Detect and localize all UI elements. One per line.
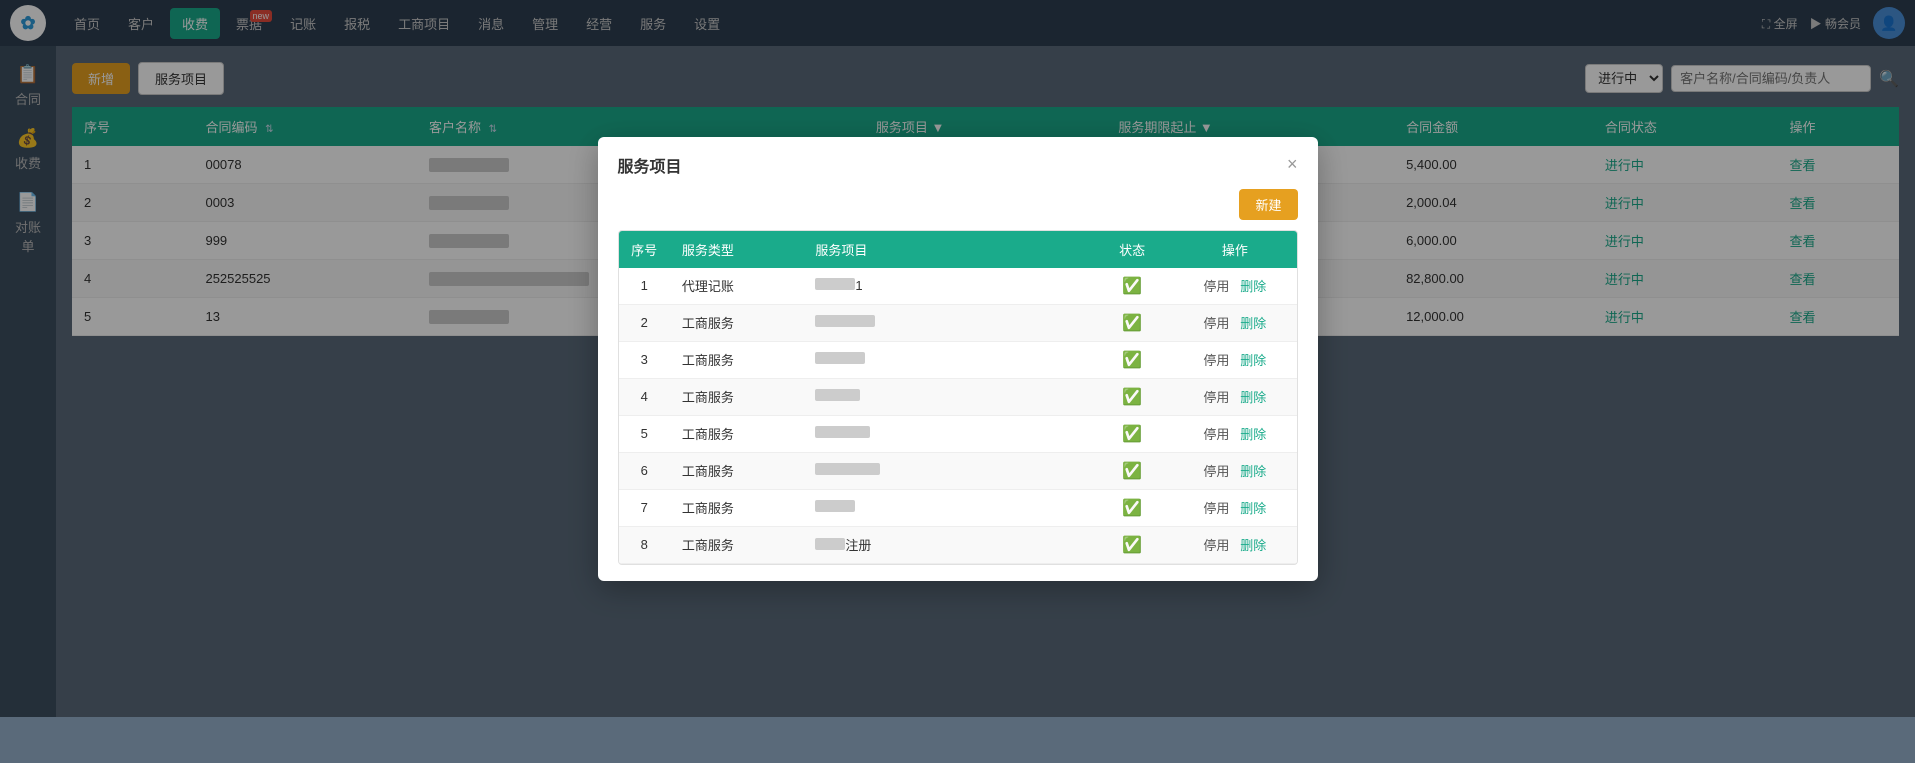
modal-close-button[interactable]: × <box>1287 154 1298 175</box>
modal-header: 服务项目 × <box>598 137 1318 177</box>
modal-row-actions: 停用 删除 <box>1173 304 1296 341</box>
modal-row-status: ✅ <box>1091 341 1173 378</box>
stop-button[interactable]: 停用 <box>1203 538 1229 553</box>
modal-row-type: 工商服务 <box>670 378 804 415</box>
service-modal: 服务项目 × 新建 序号 服务类型 服务项目 状态 操作 <box>598 137 1318 581</box>
modal-row-actions: 停用 删除 <box>1173 268 1296 305</box>
modal-col-status: 状态 <box>1091 231 1173 268</box>
modal-row-type: 代理记账 <box>670 268 804 305</box>
modal-row-actions: 停用 删除 <box>1173 341 1296 378</box>
modal-row-actions: 停用 删除 <box>1173 526 1296 563</box>
delete-button[interactable]: 删除 <box>1240 427 1266 442</box>
stop-button[interactable]: 停用 <box>1203 464 1229 479</box>
stop-button[interactable]: 停用 <box>1203 427 1229 442</box>
modal-row-item <box>803 378 1091 415</box>
modal-row-status: ✅ <box>1091 415 1173 452</box>
modal-row-item: 1 <box>803 268 1091 305</box>
modal-table-row: 7 工商服务 ✅ 停用 删除 <box>619 489 1297 526</box>
modal-row-no: 8 <box>619 526 670 563</box>
delete-button[interactable]: 删除 <box>1240 390 1266 405</box>
modal-row-no: 6 <box>619 452 670 489</box>
stop-button[interactable]: 停用 <box>1203 316 1229 331</box>
modal-title: 服务项目 <box>618 153 682 177</box>
modal-row-type: 工商服务 <box>670 415 804 452</box>
modal-row-item <box>803 452 1091 489</box>
modal-row-no: 3 <box>619 341 670 378</box>
modal-row-actions: 停用 删除 <box>1173 378 1296 415</box>
modal-overlay: 服务项目 × 新建 序号 服务类型 服务项目 状态 操作 <box>0 0 1915 717</box>
modal-row-type: 工商服务 <box>670 452 804 489</box>
modal-scroll-area[interactable]: 序号 服务类型 服务项目 状态 操作 1 代理记账 1 ✅ <box>618 230 1298 565</box>
modal-row-status: ✅ <box>1091 452 1173 489</box>
modal-row-item <box>803 304 1091 341</box>
modal-row-actions: 停用 删除 <box>1173 415 1296 452</box>
delete-button[interactable]: 删除 <box>1240 353 1266 368</box>
modal-row-type: 工商服务 <box>670 489 804 526</box>
modal-col-type: 服务类型 <box>670 231 804 268</box>
modal-row-item <box>803 341 1091 378</box>
modal-table-row: 3 工商服务 ✅ 停用 删除 <box>619 341 1297 378</box>
modal-table-row: 8 工商服务 注册 ✅ 停用 删除 <box>619 526 1297 563</box>
modal-table-row: 2 工商服务 ✅ 停用 删除 <box>619 304 1297 341</box>
delete-button[interactable]: 删除 <box>1240 316 1266 331</box>
modal-row-item <box>803 415 1091 452</box>
modal-row-status: ✅ <box>1091 378 1173 415</box>
modal-row-status: ✅ <box>1091 526 1173 563</box>
stop-button[interactable]: 停用 <box>1203 279 1229 294</box>
modal-row-no: 1 <box>619 268 670 305</box>
modal-row-actions: 停用 删除 <box>1173 452 1296 489</box>
modal-table-row: 5 工商服务 ✅ 停用 删除 <box>619 415 1297 452</box>
service-table: 序号 服务类型 服务项目 状态 操作 1 代理记账 1 ✅ <box>619 231 1297 564</box>
modal-row-status: ✅ <box>1091 489 1173 526</box>
modal-new-button[interactable]: 新建 <box>1239 189 1297 220</box>
modal-row-actions: 停用 删除 <box>1173 489 1296 526</box>
modal-row-type: 工商服务 <box>670 304 804 341</box>
modal-col-no: 序号 <box>619 231 670 268</box>
modal-col-action: 操作 <box>1173 231 1296 268</box>
modal-row-type: 工商服务 <box>670 341 804 378</box>
modal-row-no: 5 <box>619 415 670 452</box>
modal-row-status: ✅ <box>1091 304 1173 341</box>
modal-row-no: 2 <box>619 304 670 341</box>
modal-row-item <box>803 489 1091 526</box>
modal-table-row: 4 工商服务 ✅ 停用 删除 <box>619 378 1297 415</box>
stop-button[interactable]: 停用 <box>1203 390 1229 405</box>
stop-button[interactable]: 停用 <box>1203 501 1229 516</box>
modal-table-row: 1 代理记账 1 ✅ 停用 删除 <box>619 268 1297 305</box>
modal-row-status: ✅ <box>1091 268 1173 305</box>
modal-row-type: 工商服务 <box>670 526 804 563</box>
stop-button[interactable]: 停用 <box>1203 353 1229 368</box>
modal-toolbar: 新建 <box>618 189 1298 220</box>
modal-table-row: 6 工商服务 ✅ 停用 删除 <box>619 452 1297 489</box>
modal-header-row: 序号 服务类型 服务项目 状态 操作 <box>619 231 1297 268</box>
delete-button[interactable]: 删除 <box>1240 279 1266 294</box>
modal-col-item: 服务项目 <box>803 231 1091 268</box>
delete-button[interactable]: 删除 <box>1240 538 1266 553</box>
modal-row-no: 4 <box>619 378 670 415</box>
modal-row-item: 注册 <box>803 526 1091 563</box>
modal-row-no: 7 <box>619 489 670 526</box>
modal-body: 新建 序号 服务类型 服务项目 状态 操作 <box>598 177 1318 581</box>
delete-button[interactable]: 删除 <box>1240 464 1266 479</box>
delete-button[interactable]: 删除 <box>1240 501 1266 516</box>
